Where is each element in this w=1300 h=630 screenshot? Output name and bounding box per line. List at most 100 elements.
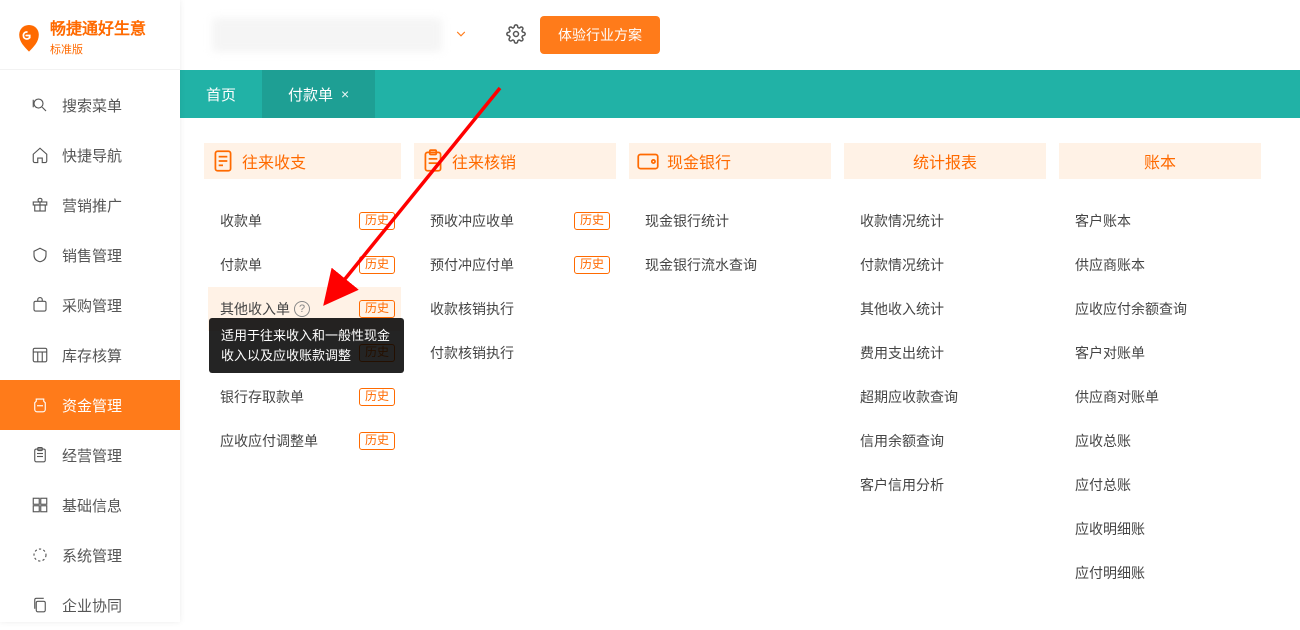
- sidebar-item-copy[interactable]: 企业协同: [0, 580, 180, 630]
- menu-link[interactable]: 应收应付调整单: [220, 431, 318, 451]
- menu-link[interactable]: 应收明细账: [1075, 519, 1145, 539]
- column-col3: 现金银行现金银行统计现金银行流水查询: [625, 143, 835, 595]
- menu-link[interactable]: 供应商账本: [1075, 255, 1145, 275]
- sidebar-item-jar[interactable]: 资金管理: [0, 380, 180, 430]
- sidebar-item-circle[interactable]: 系统管理: [0, 530, 180, 580]
- list-item: 应收应付调整单 历史: [220, 419, 395, 463]
- menu-link[interactable]: 应收总账: [1075, 431, 1131, 451]
- sidebar-item-clipboard[interactable]: 经营管理: [0, 430, 180, 480]
- sidebar-item-columns[interactable]: 库存核算: [0, 330, 180, 380]
- list-item: 现金银行统计: [645, 199, 825, 243]
- column-title: 往来核销: [452, 149, 516, 173]
- list-item: 付款核销执行: [430, 331, 610, 375]
- sidebar-item-grid[interactable]: 基础信息: [0, 480, 180, 530]
- list-item: 应付总账: [1075, 463, 1255, 507]
- gear-icon[interactable]: [506, 24, 526, 47]
- org-name-blurred: [212, 18, 442, 52]
- list-item: 客户信用分析: [860, 463, 1040, 507]
- wallet-icon: [633, 146, 663, 176]
- history-badge[interactable]: 历史: [574, 256, 610, 273]
- grid-icon: [30, 495, 50, 515]
- sidebar-item-badge[interactable]: 销售管理: [0, 230, 180, 280]
- menu-link[interactable]: 其他收入单?: [220, 299, 310, 319]
- brand-title: 畅捷通好生意: [50, 21, 146, 39]
- menu-link[interactable]: 收款核销执行: [430, 299, 514, 319]
- menu-link[interactable]: 供应商对账单: [1075, 387, 1159, 407]
- tooltip: 适用于往来收入和一般性现金收入以及应收账款调整: [209, 318, 404, 373]
- sidebar-item-label: 资金管理: [62, 395, 122, 416]
- tab-bar: 首页 付款单 ×: [180, 70, 1300, 118]
- sidebar-item-search[interactable]: 搜索菜单: [0, 80, 180, 130]
- menu-link[interactable]: 付款单: [220, 255, 262, 275]
- sidebar-item-label: 快捷导航: [62, 145, 122, 166]
- menu-link[interactable]: 收款单: [220, 211, 262, 231]
- menu-link[interactable]: 付款情况统计: [860, 255, 944, 275]
- tab-label: 付款单: [288, 84, 333, 105]
- menu-link[interactable]: 超期应收款查询: [860, 387, 958, 407]
- sidebar-item-bag[interactable]: 采购管理: [0, 280, 180, 330]
- list-item: 应收总账: [1075, 419, 1255, 463]
- sidebar-item-label: 系统管理: [62, 545, 122, 566]
- list-item: 客户对账单: [1075, 331, 1255, 375]
- menu-link[interactable]: 费用支出统计: [860, 343, 944, 363]
- org-selector[interactable]: [198, 13, 482, 57]
- column-title: 统计报表: [913, 149, 977, 173]
- sidebar-item-label: 企业协同: [62, 595, 122, 616]
- list-item: 应收应付余额查询: [1075, 287, 1255, 331]
- clipboard-icon: [418, 146, 448, 176]
- history-badge[interactable]: 历史: [359, 300, 395, 317]
- menu-link[interactable]: 银行存取款单: [220, 387, 304, 407]
- history-badge[interactable]: 历史: [574, 212, 610, 229]
- menu-link[interactable]: 客户信用分析: [860, 475, 944, 495]
- menu-link[interactable]: 现金银行统计: [645, 211, 729, 231]
- menu-link[interactable]: 其他收入统计: [860, 299, 944, 319]
- menu-link[interactable]: 客户账本: [1075, 211, 1131, 231]
- brand-edition: 标准版: [50, 43, 146, 57]
- history-badge[interactable]: 历史: [359, 256, 395, 273]
- menu-link[interactable]: 收款情况统计: [860, 211, 944, 231]
- sidebar-item-home[interactable]: 快捷导航: [0, 130, 180, 180]
- columns-icon: [30, 345, 50, 365]
- menu-link[interactable]: 应收应付余额查询: [1075, 299, 1187, 319]
- list-item: 费用支出统计: [860, 331, 1040, 375]
- list-item: 付款单 历史: [220, 243, 395, 287]
- bag-icon: [30, 295, 50, 315]
- tab-0[interactable]: 首页: [180, 70, 262, 118]
- list-item: 超期应收款查询: [860, 375, 1040, 419]
- menu-link[interactable]: 现金银行流水查询: [645, 255, 757, 275]
- history-badge[interactable]: 历史: [359, 432, 395, 449]
- column-title: 账本: [1144, 149, 1176, 173]
- jar-icon: [30, 395, 50, 415]
- menu-link[interactable]: 付款核销执行: [430, 343, 514, 363]
- sidebar-item-label: 经营管理: [62, 445, 122, 466]
- column-col5: 账本客户账本供应商账本应收应付余额查询客户对账单供应商对账单应收总账应付总账应收…: [1055, 143, 1265, 595]
- history-badge[interactable]: 历史: [359, 212, 395, 229]
- history-badge[interactable]: 历史: [359, 388, 395, 405]
- menu-link[interactable]: 预付冲应付单: [430, 255, 514, 275]
- sidebar-item-gift[interactable]: 营销推广: [0, 180, 180, 230]
- tab-label: 首页: [206, 84, 236, 105]
- menu-link[interactable]: 预收冲应收单: [430, 211, 514, 231]
- list-item: 供应商对账单: [1075, 375, 1255, 419]
- sidebar: 畅捷通好生意 标准版 搜索菜单快捷导航营销推广销售管理采购管理库存核算资金管理经…: [0, 0, 180, 622]
- list-item: 应付明细账: [1075, 551, 1255, 595]
- sidebar-item-label: 基础信息: [62, 495, 122, 516]
- close-icon[interactable]: ×: [341, 86, 349, 102]
- circle-icon: [30, 545, 50, 565]
- column-header: 现金银行: [629, 143, 831, 179]
- column-title: 现金银行: [667, 149, 731, 173]
- sidebar-item-label: 采购管理: [62, 295, 122, 316]
- menu-link[interactable]: 应付明细账: [1075, 563, 1145, 583]
- help-icon[interactable]: ?: [294, 301, 310, 317]
- list-item: 信用余额查询: [860, 419, 1040, 463]
- list-item: 供应商账本: [1075, 243, 1255, 287]
- menu-link[interactable]: 应付总账: [1075, 475, 1131, 495]
- cta-button[interactable]: 体验行业方案: [540, 16, 660, 54]
- list-item: 预收冲应收单 历史: [430, 199, 610, 243]
- tab-1[interactable]: 付款单 ×: [262, 70, 375, 118]
- menu-link[interactable]: 信用余额查询: [860, 431, 944, 451]
- list-item: 收款单 历史: [220, 199, 395, 243]
- sidebar-item-label: 搜索菜单: [62, 95, 122, 116]
- list-item: 银行存取款单 历史: [220, 375, 395, 419]
- menu-link[interactable]: 客户对账单: [1075, 343, 1145, 363]
